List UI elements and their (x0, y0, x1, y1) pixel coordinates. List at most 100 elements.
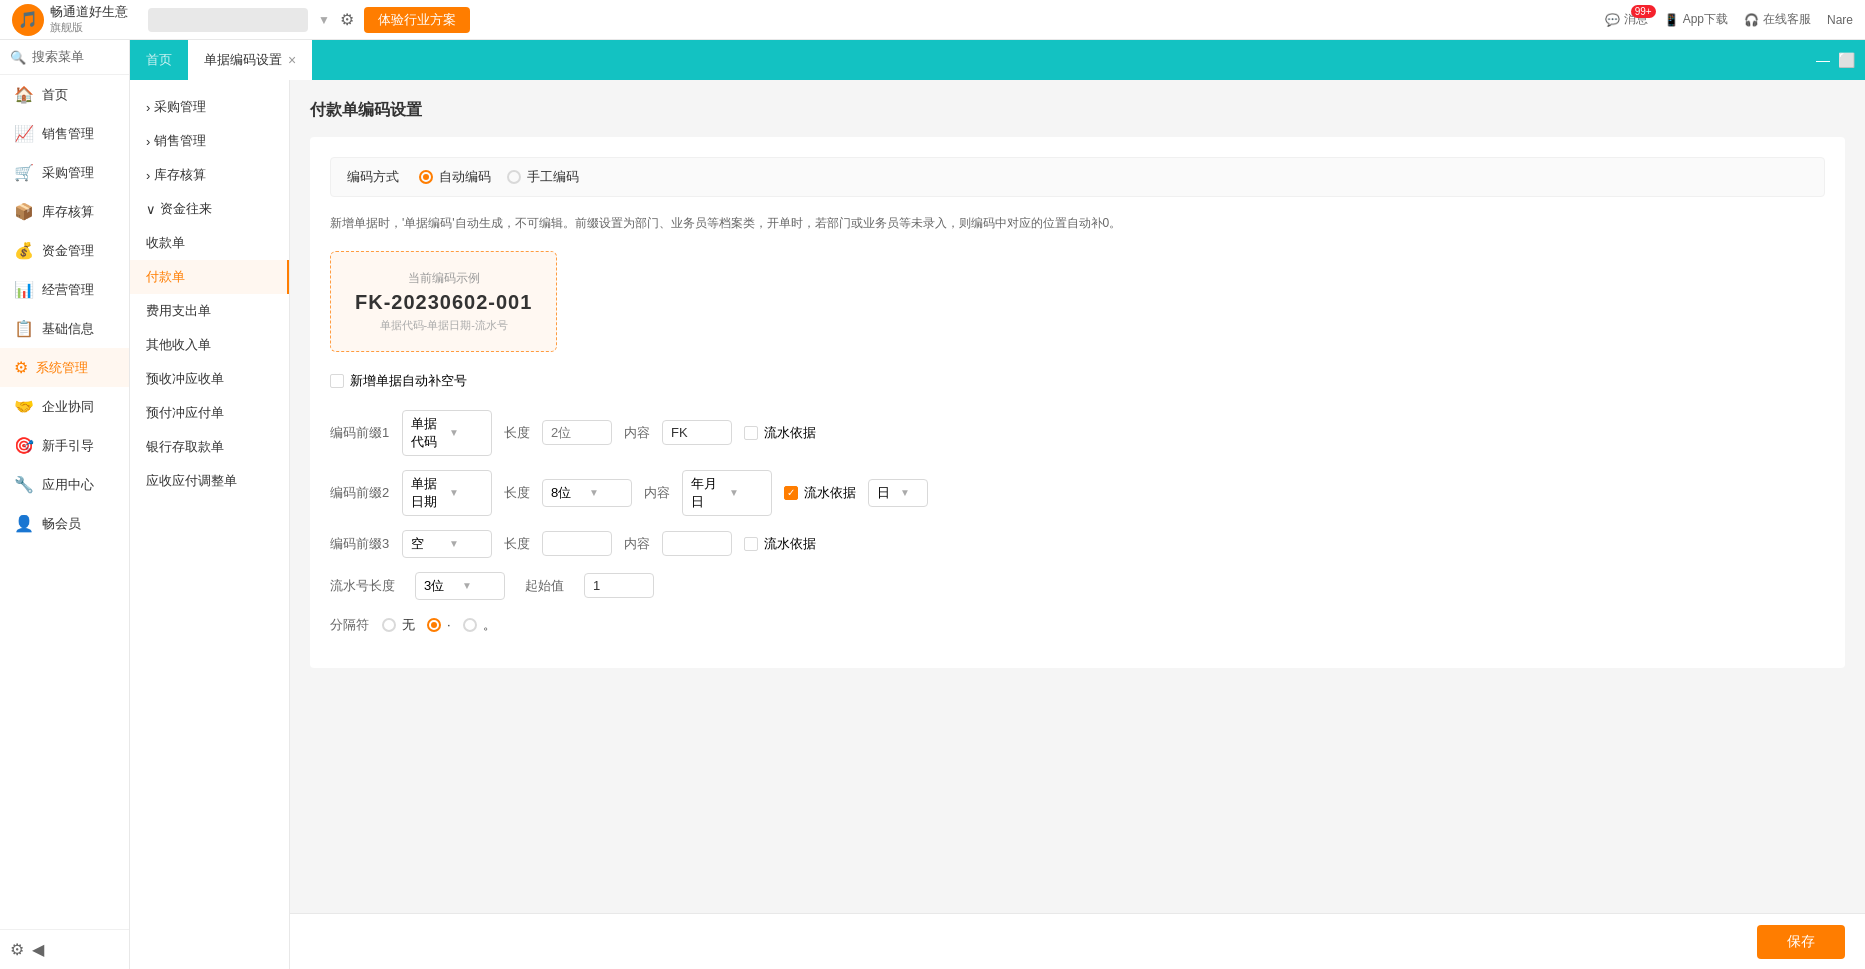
prefix1-content-input[interactable] (662, 420, 732, 445)
sidebar-item-guide[interactable]: 🎯 新手引导 (0, 426, 129, 465)
solution-button[interactable]: 体验行业方案 (364, 7, 470, 33)
minimize-icon[interactable]: — (1816, 52, 1830, 68)
sub-item-other-income[interactable]: 其他收入单 (130, 328, 289, 362)
sidebar-item-operations[interactable]: 📊 经营管理 (0, 270, 129, 309)
tab-close-icon[interactable]: × (288, 52, 296, 68)
prefix3-length-label: 长度 (504, 535, 530, 553)
sidebar-item-finance[interactable]: 💰 资金管理 (0, 231, 129, 270)
tab-invoice-coding[interactable]: 单据编码设置 × (188, 40, 312, 80)
separator-row: 分隔符 无 · (330, 616, 1825, 634)
settings-icon[interactable]: ⚙ (10, 940, 24, 959)
sidebar-item-purchase[interactable]: 🛒 采购管理 (0, 153, 129, 192)
serial-start-input[interactable] (584, 573, 654, 598)
collapse-icon[interactable]: ◀ (32, 940, 44, 959)
sidebar-item-sales[interactable]: 📈 销售管理 (0, 114, 129, 153)
auto-fill-checkbox[interactable]: 新增单据自动补空号 (330, 372, 467, 390)
prefix3-serial-check[interactable]: 流水依据 (744, 535, 816, 553)
sidebar: 🔍 搜索菜单 🏠 首页 📈 销售管理 🛒 采购管理 📦 库存核算 💰 (0, 40, 130, 969)
sidebar-item-member[interactable]: 👤 畅会员 (0, 504, 129, 543)
sub-item-prepay-offset[interactable]: 预收冲应收单 (130, 362, 289, 396)
sub-item-payment[interactable]: 付款单 (130, 260, 289, 294)
sidebar-item-apps[interactable]: 🔧 应用中心 (0, 465, 129, 504)
sidebar-item-label: 系统管理 (36, 359, 88, 377)
sub-item-advance-pay-offset[interactable]: 预付冲应付单 (130, 396, 289, 430)
prefix2-content-select[interactable]: 年月日 ▼ (682, 470, 772, 516)
prefix1-length-label: 长度 (504, 424, 530, 442)
sub-group-inventory-title[interactable]: › 库存核算 (130, 158, 289, 192)
maximize-icon[interactable]: ⬜ (1838, 52, 1855, 68)
tab-home[interactable]: 首页 (130, 40, 188, 80)
auto-code-radio[interactable]: 自动编码 (419, 168, 491, 186)
prefix2-length-select[interactable]: 8位 ▼ (542, 479, 632, 507)
sub-item-bank[interactable]: 银行存取款单 (130, 430, 289, 464)
prefix3-content-input[interactable] (662, 531, 732, 556)
app-download-area[interactable]: 📱 App下载 (1664, 11, 1728, 28)
sep-period-radio[interactable]: 。 (463, 616, 496, 634)
sep-none-circle (382, 618, 396, 632)
sub-group-label: 库存核算 (154, 166, 206, 184)
sidebar-item-system[interactable]: ⚙ 系统管理 (0, 348, 129, 387)
sidebar-item-label: 资金管理 (42, 242, 94, 260)
prefix1-arrow-icon: ▼ (449, 427, 483, 438)
sidebar-item-home[interactable]: 🏠 首页 (0, 75, 129, 114)
user-info[interactable]: Nare (1827, 13, 1853, 27)
sidebar-item-label: 应用中心 (42, 476, 94, 494)
sidebar-item-label: 库存核算 (42, 203, 94, 221)
auto-code-radio-dot (423, 174, 429, 180)
prefix2-select[interactable]: 单据日期 ▼ (402, 470, 492, 516)
tab-home-label: 首页 (146, 51, 172, 69)
prefix1-select[interactable]: 单据代码 ▼ (402, 410, 492, 456)
code-preview: 当前编码示例 FK-20230602-001 单据代码-单据日期-流水号 (330, 251, 557, 352)
manual-code-radio[interactable]: 手工编码 (507, 168, 579, 186)
prefix3-label: 编码前缀3 (330, 535, 390, 553)
code-preview-sub: 单据代码-单据日期-流水号 (355, 318, 532, 333)
prefix1-row: 编码前缀1 单据代码 ▼ 长度 内容 流水依据 (330, 410, 1825, 456)
page-title: 付款单编码设置 (310, 100, 1845, 121)
sub-item-expense[interactable]: 费用支出单 (130, 294, 289, 328)
sub-group-label: 销售管理 (154, 132, 206, 150)
prefix3-length-input[interactable] (542, 531, 612, 556)
gear-icon[interactable]: ⚙ (340, 10, 354, 29)
sales-icon: 📈 (14, 124, 34, 143)
sub-group-funds-title[interactable]: ∨ 资金往来 (130, 192, 289, 226)
search-bar-placeholder[interactable] (148, 8, 308, 32)
prefix2-serial-unit-select[interactable]: 日 ▼ (868, 479, 928, 507)
sidebar-item-label: 基础信息 (42, 320, 94, 338)
message-icon: 💬 (1605, 13, 1620, 27)
message-area[interactable]: 💬 消息 99+ (1605, 11, 1648, 28)
sep-dot-radio[interactable]: · (427, 617, 451, 632)
prefix2-content-label: 内容 (644, 484, 670, 502)
sub-item-label: 银行存取款单 (146, 438, 224, 456)
save-button[interactable]: 保存 (1757, 925, 1845, 959)
sub-group-sales-title[interactable]: › 销售管理 (130, 124, 289, 158)
sub-item-ar-ap-adjust[interactable]: 应收应付调整单 (130, 464, 289, 498)
prefix1-serial-check[interactable]: 流水依据 (744, 424, 816, 442)
sub-item-receipt[interactable]: 收款单 (130, 226, 289, 260)
sep-none-radio[interactable]: 无 (382, 616, 415, 634)
prefix2-label: 编码前缀2 (330, 484, 390, 502)
serial-length-select[interactable]: 3位 ▼ (415, 572, 505, 600)
serial-length-label: 流水号长度 (330, 577, 395, 595)
prefix2-arrow-icon: ▼ (449, 487, 483, 498)
logo: 🎵 畅通道好生意 旗舰版 (12, 4, 128, 36)
sub-item-label: 其他收入单 (146, 336, 211, 354)
logo-text-block: 畅通道好生意 旗舰版 (50, 4, 128, 35)
sidebar-item-label: 首页 (42, 86, 68, 104)
sidebar-item-enterprise[interactable]: 🤝 企业协同 (0, 387, 129, 426)
prefix3-value: 空 (411, 535, 445, 553)
purchase-icon: 🛒 (14, 163, 34, 182)
prefix1-length-input[interactable] (542, 420, 612, 445)
separator-label: 分隔符 (330, 616, 370, 634)
sidebar-item-inventory[interactable]: 📦 库存核算 (0, 192, 129, 231)
sub-group-purchase-title[interactable]: › 采购管理 (130, 90, 289, 124)
prefix2-serial-check[interactable]: ✓ 流水依据 (784, 484, 856, 502)
app-download-icon: 📱 (1664, 13, 1679, 27)
dropdown-arrow-icon[interactable]: ▼ (318, 13, 330, 27)
sub-group-purchase: › 采购管理 (130, 90, 289, 124)
top-bar: 🎵 畅通道好生意 旗舰版 ▼ ⚙ 体验行业方案 💬 消息 99+ 📱 App下载… (0, 0, 1865, 40)
sidebar-item-basics[interactable]: 📋 基础信息 (0, 309, 129, 348)
system-icon: ⚙ (14, 358, 28, 377)
prefix3-select[interactable]: 空 ▼ (402, 530, 492, 558)
sidebar-search[interactable]: 🔍 搜索菜单 (0, 40, 129, 75)
online-service-area[interactable]: 🎧 在线客服 (1744, 11, 1811, 28)
